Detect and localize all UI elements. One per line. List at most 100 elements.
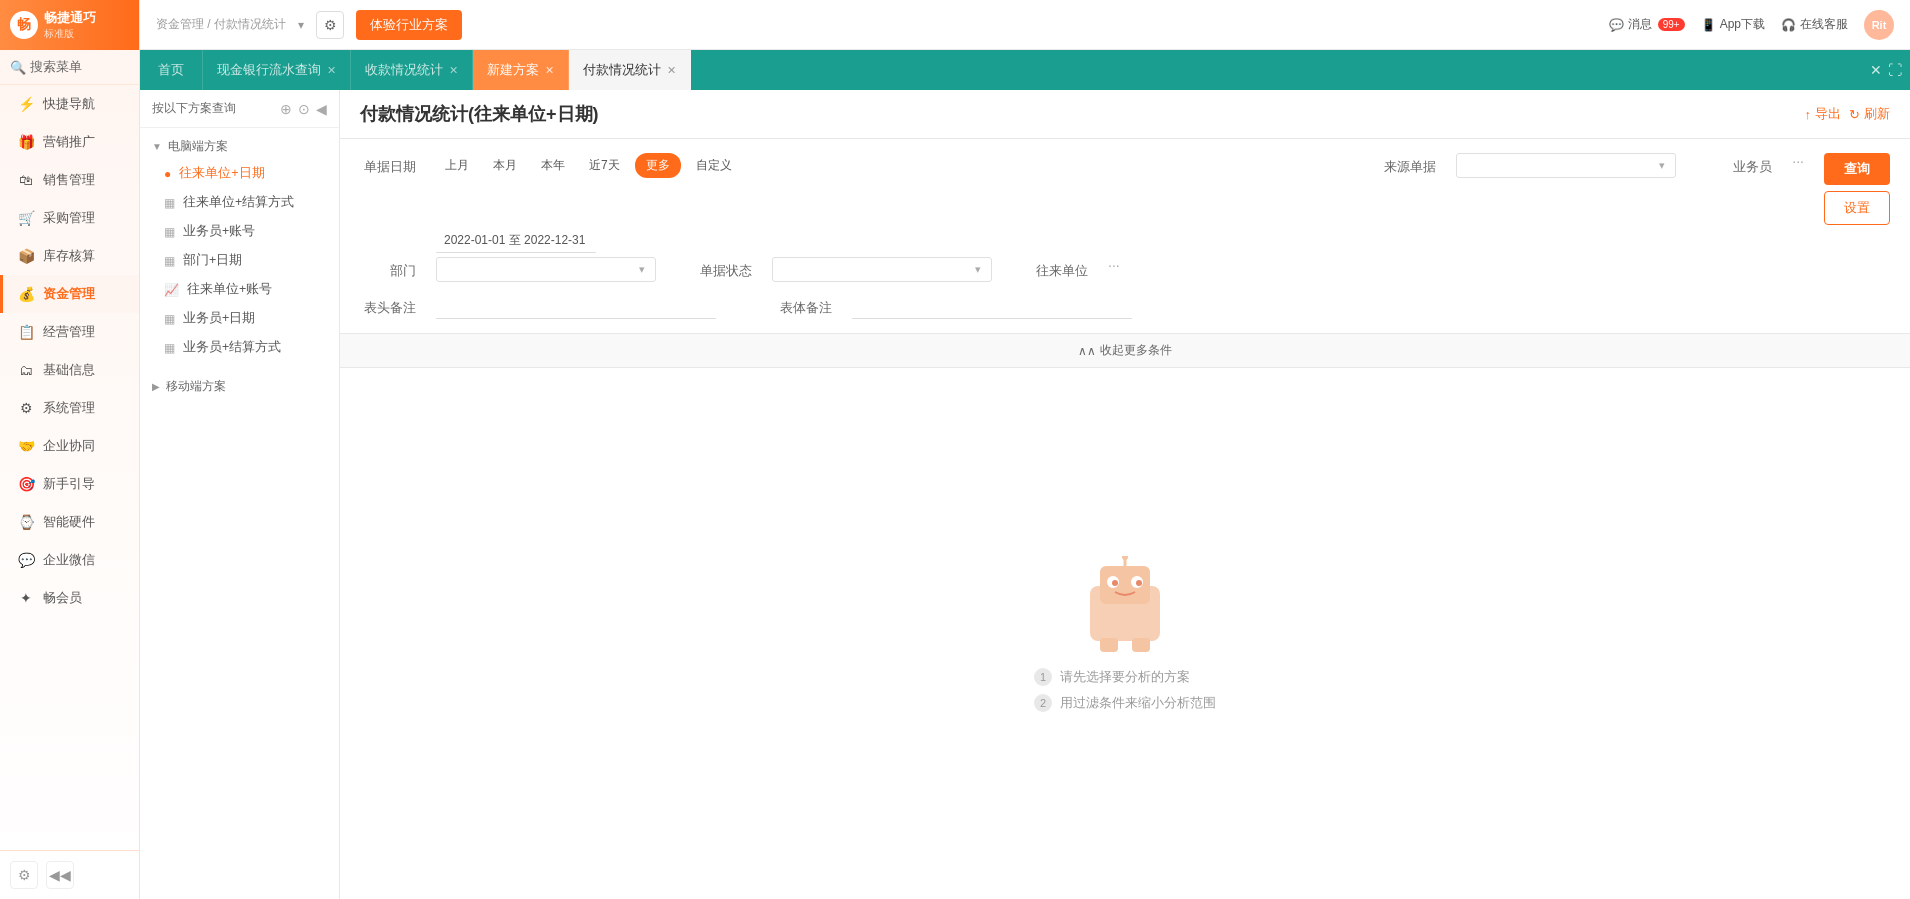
date-option-more[interactable]: 更多 — [635, 153, 681, 178]
topbar-arrow-icon: ▾ — [298, 18, 304, 32]
sidebar-item-label: 系统管理 — [43, 400, 95, 417]
dept-select[interactable]: ▾ — [436, 257, 656, 282]
collapse-panel-btn[interactable]: ◀ — [316, 101, 327, 117]
export-label: 导出 — [1815, 105, 1841, 123]
tab-cashflow-close-icon[interactable]: ✕ — [327, 64, 336, 77]
sidebar-item-label: 畅会员 — [43, 590, 82, 607]
sidebar-item-purchase[interactable]: 🛒 采购管理 — [0, 199, 139, 237]
schema-table-icon: ▦ — [164, 196, 175, 210]
doc-status-select[interactable]: ▾ — [772, 257, 992, 282]
sidebar-item-sales[interactable]: 🛍 销售管理 — [0, 161, 139, 199]
tab-cashflow[interactable]: 现金银行流水查询 ✕ — [203, 50, 351, 90]
sidebar-item-member[interactable]: ✦ 畅会员 — [0, 579, 139, 617]
quick-nav-icon: ⚡ — [17, 95, 35, 113]
tab-payment[interactable]: 付款情况统计 ✕ — [569, 50, 691, 90]
app-download-label: App下载 — [1720, 16, 1765, 33]
online-service-btn[interactable]: 🎧 在线客服 — [1781, 16, 1848, 33]
schema-item-staff-payment[interactable]: ▦ 业务员+结算方式 — [140, 333, 339, 362]
left-panel-title: 按以下方案查询 — [152, 100, 236, 117]
sidebar-item-quick-nav[interactable]: ⚡ 快捷导航 — [0, 85, 139, 123]
left-panel-actions: ⊕ ⊙ ◀ — [280, 101, 327, 117]
sidebar-item-label: 基础信息 — [43, 362, 95, 379]
empty-illustration — [1065, 556, 1185, 656]
settings-footer-btn[interactable]: ⚙ — [10, 861, 38, 889]
pc-section-label: 电脑端方案 — [168, 138, 228, 155]
body-note-input[interactable] — [852, 294, 1132, 319]
sidebar-item-hardware[interactable]: ⌚ 智能硬件 — [0, 503, 139, 541]
export-btn[interactable]: ↑ 导出 — [1805, 105, 1842, 123]
sidebar-item-marketing[interactable]: 🎁 营销推广 — [0, 123, 139, 161]
header-note-label: 表头备注 — [360, 294, 416, 317]
search-menu[interactable]: 🔍 搜索菜单 — [0, 50, 139, 85]
date-filter-field: 上月 本月 本年 近7天 更多 自定义 — [436, 153, 1319, 178]
message-btn[interactable]: 💬 消息 99+ — [1609, 16, 1685, 33]
manage-schema-btn[interactable]: ⊙ — [298, 101, 310, 117]
tab-cashflow-label: 现金银行流水查询 — [217, 61, 321, 79]
schema-item-dept-date[interactable]: ▦ 部门+日期 — [140, 246, 339, 275]
svg-point-7 — [1122, 556, 1128, 560]
tab-new-plan[interactable]: 新建方案 ✕ — [473, 50, 569, 90]
tab-home[interactable]: 首页 — [140, 50, 203, 90]
sidebar-item-operations[interactable]: 📋 经营管理 — [0, 313, 139, 351]
collapse-row[interactable]: ∧∧ 收起更多条件 — [340, 334, 1910, 368]
app-download-icon: 📱 — [1701, 18, 1716, 32]
sidebar-item-basics[interactable]: 🗂 基础信息 — [0, 351, 139, 389]
filter-settings-btn[interactable]: 设置 — [1824, 191, 1890, 225]
right-content: 付款情况统计(往来单位+日期) ↑ 导出 ↻ 刷新 — [340, 90, 1910, 899]
schema-item-staff-account[interactable]: ▦ 业务员+账号 — [140, 217, 339, 246]
filter-row-daterange: 2022-01-01 至 2022-12-31 — [360, 229, 1890, 253]
collapse-btn[interactable]: ∧∧ 收起更多条件 — [1078, 342, 1172, 359]
sidebar-item-system[interactable]: ⚙ 系统管理 — [0, 389, 139, 427]
schema-item-label: 业务员+账号 — [183, 223, 255, 240]
schema-item-label: 往来单位+账号 — [187, 281, 272, 298]
date-option-this-month[interactable]: 本月 — [484, 153, 526, 178]
date-option-this-year[interactable]: 本年 — [532, 153, 574, 178]
trial-btn[interactable]: 体验行业方案 — [356, 10, 462, 40]
schema-item-unit-payment[interactable]: ▦ 往来单位+结算方式 — [140, 188, 339, 217]
avatar-text: Rit — [1872, 19, 1887, 31]
collapse-sidebar-btn[interactable]: ◀◀ — [46, 861, 74, 889]
schema-item-label: 业务员+结算方式 — [183, 339, 281, 356]
header-note-input[interactable] — [436, 294, 716, 319]
sidebar-item-enterprise[interactable]: 🤝 企业协同 — [0, 427, 139, 465]
sidebar-item-label: 快捷导航 — [43, 96, 95, 113]
dept-filter-label: 部门 — [360, 257, 416, 280]
tab-receivable-close-icon[interactable]: ✕ — [449, 64, 458, 77]
doc-status-arrow-icon: ▾ — [975, 263, 981, 276]
marketing-icon: 🎁 — [17, 133, 35, 151]
add-schema-btn[interactable]: ⊕ — [280, 101, 292, 117]
sidebar-item-label: 企业微信 — [43, 552, 95, 569]
doc-status-label: 单据状态 — [696, 257, 752, 280]
refresh-btn[interactable]: ↻ 刷新 — [1849, 105, 1890, 123]
svg-rect-1 — [1100, 566, 1150, 604]
tab-new-plan-close-icon[interactable]: ✕ — [545, 64, 554, 77]
user-avatar[interactable]: Rit — [1864, 10, 1894, 40]
app-download-btn[interactable]: 📱 App下载 — [1701, 16, 1765, 33]
counterpart-ellipsis-btn[interactable]: ··· — [1108, 257, 1120, 273]
pc-section-toggle[interactable]: ▼ 电脑端方案 — [140, 134, 339, 159]
date-option-last-month[interactable]: 上月 — [436, 153, 478, 178]
topbar-settings-btn[interactable]: ⚙ — [316, 11, 344, 39]
sidebar-item-wechat[interactable]: 💬 企业微信 — [0, 541, 139, 579]
mobile-section-toggle[interactable]: ▶ 移动端方案 — [140, 374, 339, 399]
tab-payment-close-icon[interactable]: ✕ — [667, 64, 676, 77]
source-select[interactable]: ▾ — [1456, 153, 1676, 178]
tab-receivable[interactable]: 收款情况统计 ✕ — [351, 50, 473, 90]
date-option-custom[interactable]: 自定义 — [687, 153, 741, 178]
staff-ellipsis-btn[interactable]: ··· — [1792, 153, 1804, 169]
close-all-tabs-btn[interactable]: ✕ — [1870, 62, 1882, 78]
schema-table-icon5: ▦ — [164, 341, 175, 355]
schema-item-unit-date[interactable]: ● 往来单位+日期 — [140, 159, 339, 188]
date-option-7days[interactable]: 近7天 — [580, 153, 629, 178]
query-btn[interactable]: 查询 — [1824, 153, 1890, 185]
sidebar-item-inventory[interactable]: 📦 库存核算 — [0, 237, 139, 275]
hint-num-2: 2 — [1034, 694, 1052, 712]
schema-item-unit-account[interactable]: 📈 往来单位+账号 — [140, 275, 339, 304]
source-arrow-icon: ▾ — [1659, 159, 1665, 172]
sidebar-item-capital[interactable]: 💰 资金管理 — [0, 275, 139, 313]
main-content: 资金管理 / 付款情况统计 ▾ ⚙ 体验行业方案 💬 消息 99+ 📱 App下… — [140, 0, 1910, 899]
sidebar-item-guide[interactable]: 🎯 新手引导 — [0, 465, 139, 503]
schema-item-staff-date[interactable]: ▦ 业务员+日期 — [140, 304, 339, 333]
tab-payment-label: 付款情况统计 — [583, 61, 661, 79]
maximize-btn[interactable]: ⛶ — [1888, 62, 1902, 78]
